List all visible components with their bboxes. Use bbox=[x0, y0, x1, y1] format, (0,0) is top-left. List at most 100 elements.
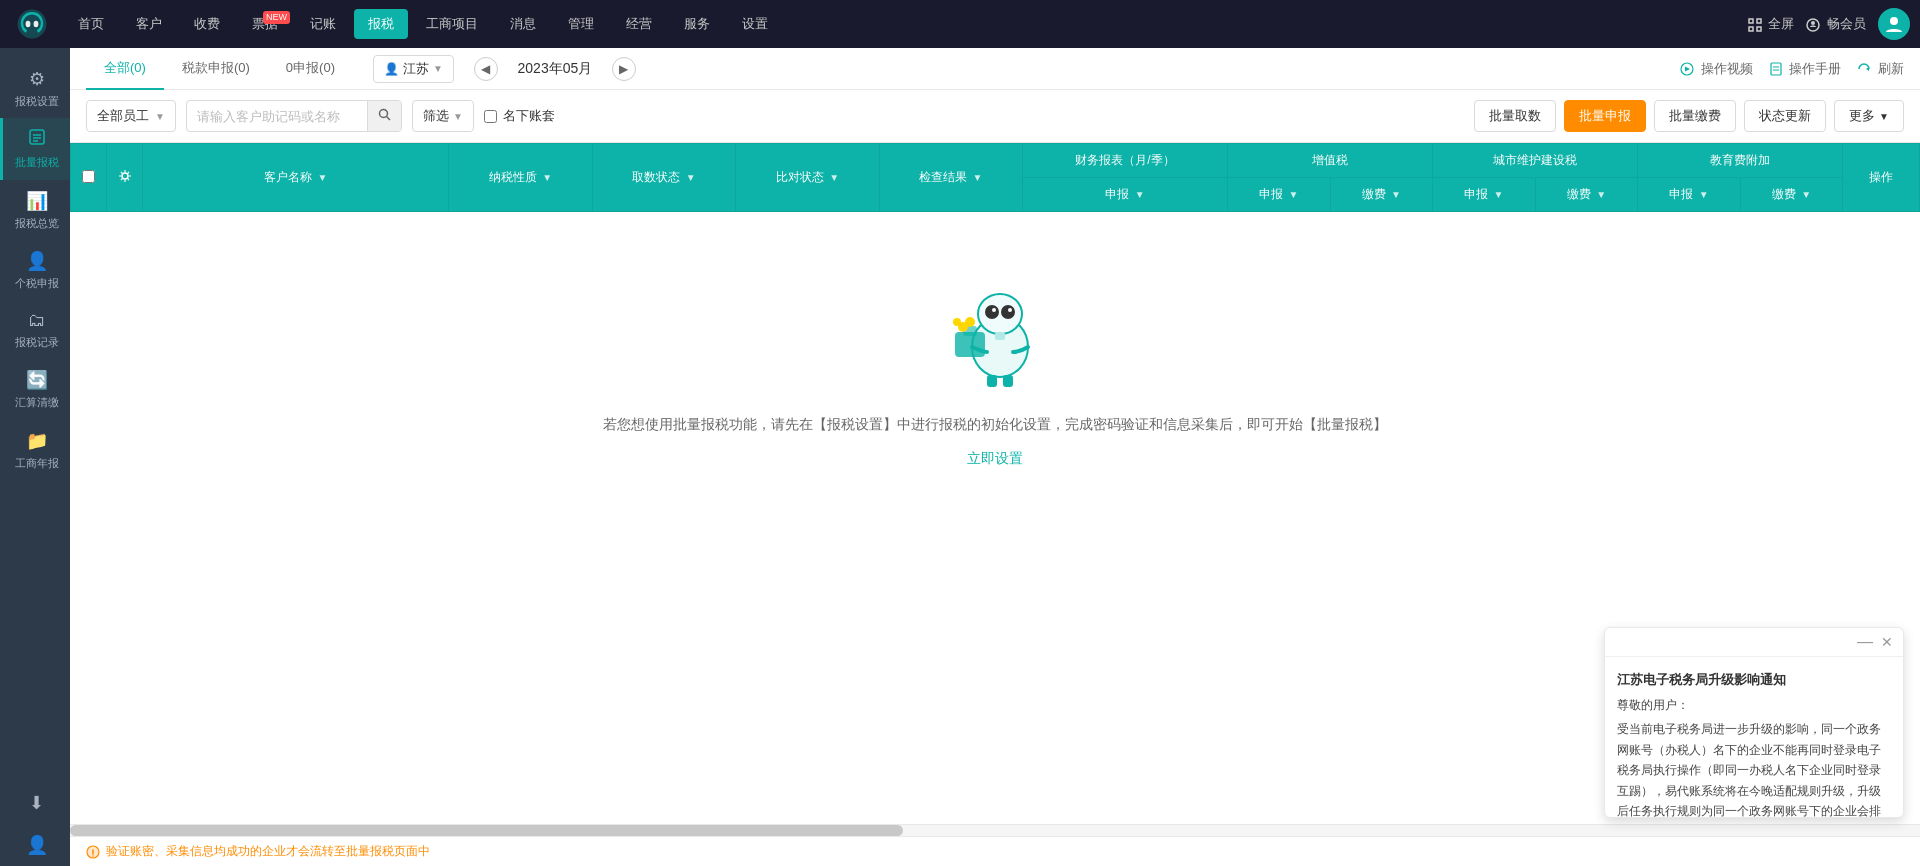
nav-client[interactable]: 客户 bbox=[122, 9, 176, 39]
batch-fetch-button[interactable]: 批量取数 bbox=[1474, 100, 1556, 132]
city-pay-filter-icon[interactable]: ▼ bbox=[1596, 189, 1606, 200]
nav-service[interactable]: 服务 bbox=[670, 9, 724, 39]
sidebar-item-annual-report[interactable]: 📁 工商年报 bbox=[0, 420, 70, 480]
vat-declare-filter-icon[interactable]: ▼ bbox=[1288, 189, 1298, 200]
batch-declare-button[interactable]: 批量申报 bbox=[1564, 100, 1646, 132]
tax-overview-icon: 📊 bbox=[26, 190, 48, 212]
tab-tax-declare[interactable]: 税款申报(0) bbox=[164, 48, 268, 90]
sidebar: ⚙ 报税设置 批量报税 📊 报税总览 👤 个税申报 🗂 报税记录 bbox=[0, 48, 70, 866]
th-settings-col bbox=[107, 144, 143, 212]
svg-rect-10 bbox=[30, 130, 44, 144]
th-vat-group: 增值税 bbox=[1227, 144, 1432, 178]
sub-account-checkbox[interactable] bbox=[484, 110, 497, 123]
date-next-btn[interactable]: ▶ bbox=[612, 57, 636, 81]
notification-close-btn[interactable]: ✕ bbox=[1881, 634, 1893, 650]
notification-greeting: 尊敬的用户： bbox=[1617, 695, 1891, 715]
vat-pay-filter-icon[interactable]: ▼ bbox=[1391, 189, 1401, 200]
search-icon bbox=[378, 108, 391, 121]
user-avatar[interactable] bbox=[1878, 8, 1910, 40]
notification-minimize-btn[interactable]: — bbox=[1857, 634, 1873, 650]
client-filter-icon[interactable]: ▼ bbox=[317, 172, 327, 183]
svg-marker-19 bbox=[1866, 67, 1869, 71]
operation-video-link[interactable]: 操作视频 bbox=[1680, 60, 1753, 78]
th-fin-declare: 申报 ▼ bbox=[1023, 178, 1228, 212]
nav-home[interactable]: 首页 bbox=[64, 9, 118, 39]
refresh-link[interactable]: 刷新 bbox=[1857, 60, 1904, 78]
member-btn[interactable]: 畅会员 bbox=[1806, 15, 1866, 33]
new-badge: NEW bbox=[263, 11, 290, 24]
svg-rect-3 bbox=[1749, 19, 1753, 23]
svg-rect-5 bbox=[1749, 27, 1753, 31]
nav-message[interactable]: 消息 bbox=[496, 9, 550, 39]
profile-icon: 👤 bbox=[26, 834, 48, 856]
date-prev-btn[interactable]: ◀ bbox=[474, 57, 498, 81]
nav-settings[interactable]: 设置 bbox=[728, 9, 782, 39]
nav-invoice[interactable]: 票据 NEW bbox=[238, 9, 292, 39]
edu-pay-filter-icon[interactable]: ▼ bbox=[1801, 189, 1811, 200]
notification-title: 江苏电子税务局升级影响通知 bbox=[1617, 669, 1891, 691]
sidebar-item-tax-settings[interactable]: ⚙ 报税设置 bbox=[0, 58, 70, 118]
sidebar-item-tax-overview[interactable]: 📊 报税总览 bbox=[0, 180, 70, 240]
annual-report-icon: 📁 bbox=[26, 430, 48, 452]
tab-all[interactable]: 全部(0) bbox=[86, 48, 164, 90]
svg-marker-15 bbox=[1685, 67, 1690, 72]
filter-arrow-icon: ▼ bbox=[453, 111, 463, 122]
tab-zero-declare[interactable]: 0申报(0) bbox=[268, 48, 353, 90]
toolbar: 全部员工 ▼ 筛选 ▼ 名下账套 bbox=[70, 90, 1920, 143]
batch-pay-button[interactable]: 批量缴费 bbox=[1654, 100, 1736, 132]
tax-type-filter-icon[interactable]: ▼ bbox=[542, 172, 552, 183]
select-all-checkbox[interactable] bbox=[82, 170, 95, 183]
tab-header-row: 全部(0) 税款申报(0) 0申报(0) 👤 江苏 ▼ ◀ bbox=[70, 48, 1920, 90]
sidebar-item-profile[interactable]: 👤 bbox=[0, 824, 70, 866]
employee-select[interactable]: 全部员工 ▼ bbox=[86, 100, 176, 132]
nav-fee[interactable]: 收费 bbox=[180, 9, 234, 39]
notification-header: — ✕ bbox=[1605, 628, 1903, 657]
filter-button[interactable]: 筛选 ▼ bbox=[412, 100, 474, 132]
more-arrow-icon: ▼ bbox=[1879, 111, 1889, 122]
more-button[interactable]: 更多 ▼ bbox=[1834, 100, 1904, 132]
sidebar-item-batch-tax[interactable]: 批量报税 bbox=[0, 118, 70, 179]
th-edu-declare: 申报 ▼ bbox=[1638, 178, 1741, 212]
nav-tax[interactable]: 报税 bbox=[354, 9, 408, 39]
sidebar-item-annual-settlement[interactable]: 🔄 汇算清缴 bbox=[0, 359, 70, 419]
svg-point-1 bbox=[26, 21, 31, 27]
th-city-construction-group: 城市维护建设税 bbox=[1433, 144, 1638, 178]
top-navigation: 首页 客户 收费 票据 NEW 记账 报税 工商项目 消息 管理 经营 服务 设… bbox=[0, 0, 1920, 48]
setup-link[interactable]: 立即设置 bbox=[967, 450, 1023, 468]
status-update-button[interactable]: 状态更新 bbox=[1744, 100, 1826, 132]
sidebar-label-tax-records: 报税记录 bbox=[15, 335, 59, 349]
app-logo[interactable] bbox=[10, 2, 54, 46]
empty-state: 若您想使用批量报税功能，请先在【报税设置】中进行报税的初始化设置，完成密码验证和… bbox=[70, 212, 1920, 528]
nav-business[interactable]: 工商项目 bbox=[412, 9, 492, 39]
sub-account-checkbox-label[interactable]: 名下账套 bbox=[484, 107, 555, 125]
province-selector[interactable]: 👤 江苏 ▼ bbox=[373, 55, 454, 83]
sidebar-item-download[interactable]: ⬇ bbox=[0, 782, 70, 824]
nav-manage[interactable]: 管理 bbox=[554, 9, 608, 39]
th-tax-type: 纳税性质 ▼ bbox=[449, 144, 592, 212]
operation-manual-link[interactable]: 操作手册 bbox=[1769, 60, 1842, 78]
annual-settlement-icon: 🔄 bbox=[26, 369, 48, 391]
fetch-filter-icon[interactable]: ▼ bbox=[686, 172, 696, 183]
nav-accounting[interactable]: 记账 bbox=[296, 9, 350, 39]
sidebar-item-personal-tax[interactable]: 👤 个税申报 bbox=[0, 240, 70, 300]
horizontal-scrollbar[interactable] bbox=[70, 824, 1920, 836]
search-button[interactable] bbox=[367, 101, 401, 131]
svg-point-27 bbox=[992, 308, 996, 312]
fullscreen-btn[interactable]: 全屏 bbox=[1748, 15, 1795, 33]
svg-point-35 bbox=[965, 317, 975, 327]
svg-line-21 bbox=[386, 117, 390, 121]
warning-icon bbox=[86, 845, 100, 859]
check-filter-icon[interactable]: ▼ bbox=[973, 172, 983, 183]
search-input[interactable] bbox=[187, 105, 367, 128]
city-declare-filter-icon[interactable]: ▼ bbox=[1494, 189, 1504, 200]
sidebar-item-tax-records[interactable]: 🗂 报税记录 bbox=[0, 300, 70, 359]
sidebar-label-tax-overview: 报税总览 bbox=[15, 216, 59, 230]
top-nav-right: 全屏 畅会员 bbox=[1748, 8, 1910, 40]
edu-declare-filter-icon[interactable]: ▼ bbox=[1699, 189, 1709, 200]
fin-declare-filter-icon[interactable]: ▼ bbox=[1135, 189, 1145, 200]
scrollbar-thumb[interactable] bbox=[70, 825, 903, 836]
sidebar-label-personal-tax: 个税申报 bbox=[15, 276, 59, 290]
th-operation: 操作 bbox=[1843, 144, 1920, 212]
compare-filter-icon[interactable]: ▼ bbox=[829, 172, 839, 183]
nav-operation[interactable]: 经营 bbox=[612, 9, 666, 39]
